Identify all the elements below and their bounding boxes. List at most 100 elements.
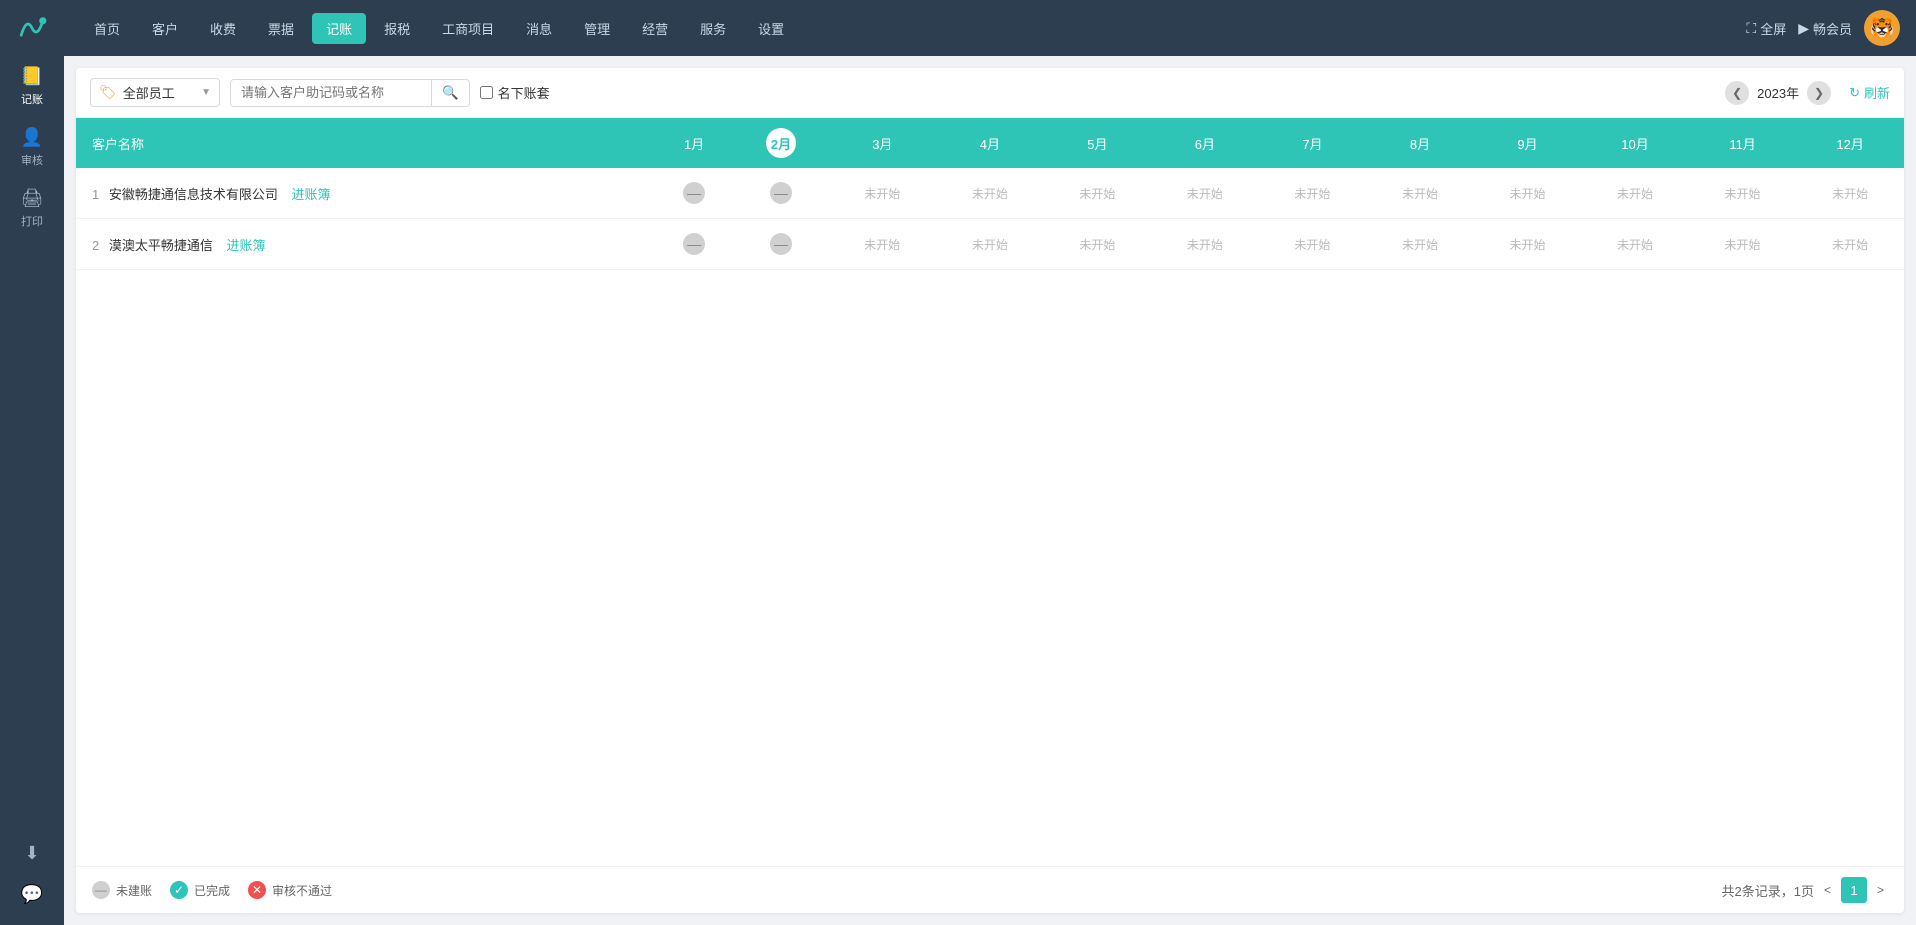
not-started-label: 未开始	[1832, 187, 1868, 201]
not-started-label: 未开始	[972, 238, 1008, 252]
member-button[interactable]: ▶ 畅会员	[1798, 19, 1852, 38]
nav-home[interactable]: 首页	[80, 13, 134, 44]
search-button[interactable]: 🔍	[431, 80, 469, 106]
cell-m7: 未开始	[1259, 219, 1367, 270]
col-header-m2: 2月	[733, 118, 828, 168]
nav-operation[interactable]: 经营	[628, 13, 682, 44]
cell-name: 2 漠澳太平畅捷通信 进账簿	[76, 219, 655, 270]
nav-customer[interactable]: 客户	[138, 13, 192, 44]
cell-m10: 未开始	[1581, 219, 1689, 270]
col-header-m4: 4月	[936, 118, 1044, 168]
col-header-m7: 7月	[1259, 118, 1367, 168]
page-1-button[interactable]: 1	[1841, 877, 1867, 903]
nav-accounting[interactable]: 记账	[312, 13, 366, 44]
top-navigation: 首页 客户 收费 票据 记账 报税 工商项目 消息 管理 经营 服务 设置 ⛶ …	[64, 0, 1916, 56]
cell-m5: 未开始	[1044, 219, 1152, 270]
cell-m9: 未开始	[1474, 168, 1582, 219]
not-started-label: 未开始	[1725, 187, 1761, 201]
app-logo	[0, 0, 64, 56]
cell-m9: 未开始	[1474, 219, 1582, 270]
not-started-label: 未开始	[1617, 238, 1653, 252]
download-icon: ⬇	[24, 843, 39, 864]
cell-m12: 未开始	[1796, 219, 1904, 270]
not-started-label: 未开始	[1402, 238, 1438, 252]
cell-m11: 未开始	[1689, 219, 1797, 270]
table-container: 客户名称 1月 2月 3月 4月 5月 6月 7月 8月	[76, 118, 1904, 866]
not-started-label: 未开始	[864, 187, 900, 201]
sidebar-item-print[interactable]: 🖨 打印	[0, 178, 64, 239]
next-year-button[interactable]: ❯	[1807, 81, 1831, 105]
nav-message[interactable]: 消息	[512, 13, 566, 44]
nav-billing[interactable]: 收费	[196, 13, 250, 44]
nav-invoice[interactable]: 票据	[254, 13, 308, 44]
prev-page-button[interactable]: <	[1820, 881, 1835, 899]
not-started-label: 未开始	[1187, 238, 1223, 252]
col-header-m9: 9月	[1474, 118, 1582, 168]
cell-m5: 未开始	[1044, 168, 1152, 219]
col-header-m12: 12月	[1796, 118, 1904, 168]
cell-m3: 未开始	[829, 168, 937, 219]
not-started-label: 未开始	[1617, 187, 1653, 201]
cell-m6: 未开始	[1151, 219, 1259, 270]
employee-select[interactable]: 🏷 全部员工 ▼	[90, 78, 220, 107]
refresh-icon: ↻	[1849, 85, 1860, 101]
audit-icon: 👤	[21, 127, 43, 148]
cell-m10: 未开始	[1581, 168, 1689, 219]
sidebar: 📒 记账 👤 审核 🖨 打印 ⬇ 💬	[0, 0, 64, 925]
sidebar-item-print-label: 打印	[21, 213, 43, 229]
table-body: 1 安徽畅捷通信息技术有限公司 进账簿 — — 未开始 未开始 未开始 未开始 …	[76, 168, 1904, 270]
cell-name: 1 安徽畅捷通信息技术有限公司 进账簿	[76, 168, 655, 219]
sidebar-item-support[interactable]: 💬	[0, 874, 64, 915]
fullscreen-button[interactable]: ⛶ 全屏	[1746, 19, 1786, 38]
not-started-label: 未开始	[1079, 238, 1115, 252]
nav-manage[interactable]: 管理	[570, 13, 624, 44]
support-icon: 💬	[21, 884, 43, 905]
cell-m6: 未开始	[1151, 168, 1259, 219]
sidebar-item-accounting[interactable]: 📒 记账	[0, 56, 64, 117]
cell-m4: 未开始	[936, 219, 1044, 270]
not-started-label: 未开始	[1509, 238, 1545, 252]
company-name: 安徽畅捷通信息技术有限公司	[109, 187, 278, 202]
nav-service[interactable]: 服务	[686, 13, 740, 44]
sidebar-item-audit[interactable]: 👤 审核	[0, 117, 64, 178]
legend-rejected-label: 审核不通过	[272, 882, 332, 899]
checkbox-label-text: 名下账套	[498, 83, 550, 102]
account-filter-checkbox-label[interactable]: 名下账套	[480, 83, 550, 102]
toolbar: 🏷 全部员工 ▼ 🔍 名下账套 ❮ 2023年 ❯	[76, 68, 1904, 118]
col-header-m11: 11月	[1689, 118, 1797, 168]
refresh-label: 刷新	[1864, 83, 1890, 102]
nav-bizitems[interactable]: 工商项目	[428, 13, 508, 44]
col-header-m5: 5月	[1044, 118, 1152, 168]
main-area: 首页 客户 收费 票据 记账 报税 工商项目 消息 管理 经营 服务 设置 ⛶ …	[64, 0, 1916, 925]
legend-complete-label: 已完成	[194, 882, 230, 899]
not-started-label: 未开始	[1832, 238, 1868, 252]
account-filter-checkbox[interactable]	[480, 86, 493, 99]
nav-tax[interactable]: 报税	[370, 13, 424, 44]
prev-year-button[interactable]: ❮	[1725, 81, 1749, 105]
cell-m11: 未开始	[1689, 168, 1797, 219]
enter-ledger-link[interactable]: 进账簿	[292, 187, 331, 202]
nav-settings[interactable]: 设置	[744, 13, 798, 44]
dash-status-icon: —	[770, 182, 792, 204]
topnav-right: ⛶ 全屏 ▶ 畅会员 🐯	[1746, 10, 1900, 46]
user-avatar[interactable]: 🐯	[1864, 10, 1900, 46]
sidebar-item-download[interactable]: ⬇	[0, 833, 64, 874]
fullscreen-label: 全屏	[1760, 19, 1786, 38]
fullscreen-icon: ⛶	[1746, 20, 1756, 37]
employee-select-label: 全部员工	[123, 83, 175, 102]
legend-teal-dot: ✓	[170, 881, 188, 899]
table-row: 2 漠澳太平畅捷通信 进账簿 — — 未开始 未开始 未开始 未开始 未开始 未…	[76, 219, 1904, 270]
next-page-button[interactable]: >	[1873, 881, 1888, 899]
refresh-button[interactable]: ↻ 刷新	[1849, 83, 1890, 102]
print-icon: 🖨	[21, 188, 44, 209]
not-started-label: 未开始	[1402, 187, 1438, 201]
table-footer: — 未建账 ✓ 已完成 ✕ 审核不通过 共2条记录，1页 < 1 >	[76, 866, 1904, 913]
accounting-icon: 📒	[21, 66, 43, 87]
cell-m1: —	[655, 219, 734, 270]
search-input[interactable]	[231, 80, 431, 105]
cell-m4: 未开始	[936, 168, 1044, 219]
search-box: 🔍	[230, 79, 470, 107]
enter-ledger-link[interactable]: 进账簿	[227, 238, 266, 253]
col-header-m8: 8月	[1366, 118, 1474, 168]
cell-m8: 未开始	[1366, 219, 1474, 270]
